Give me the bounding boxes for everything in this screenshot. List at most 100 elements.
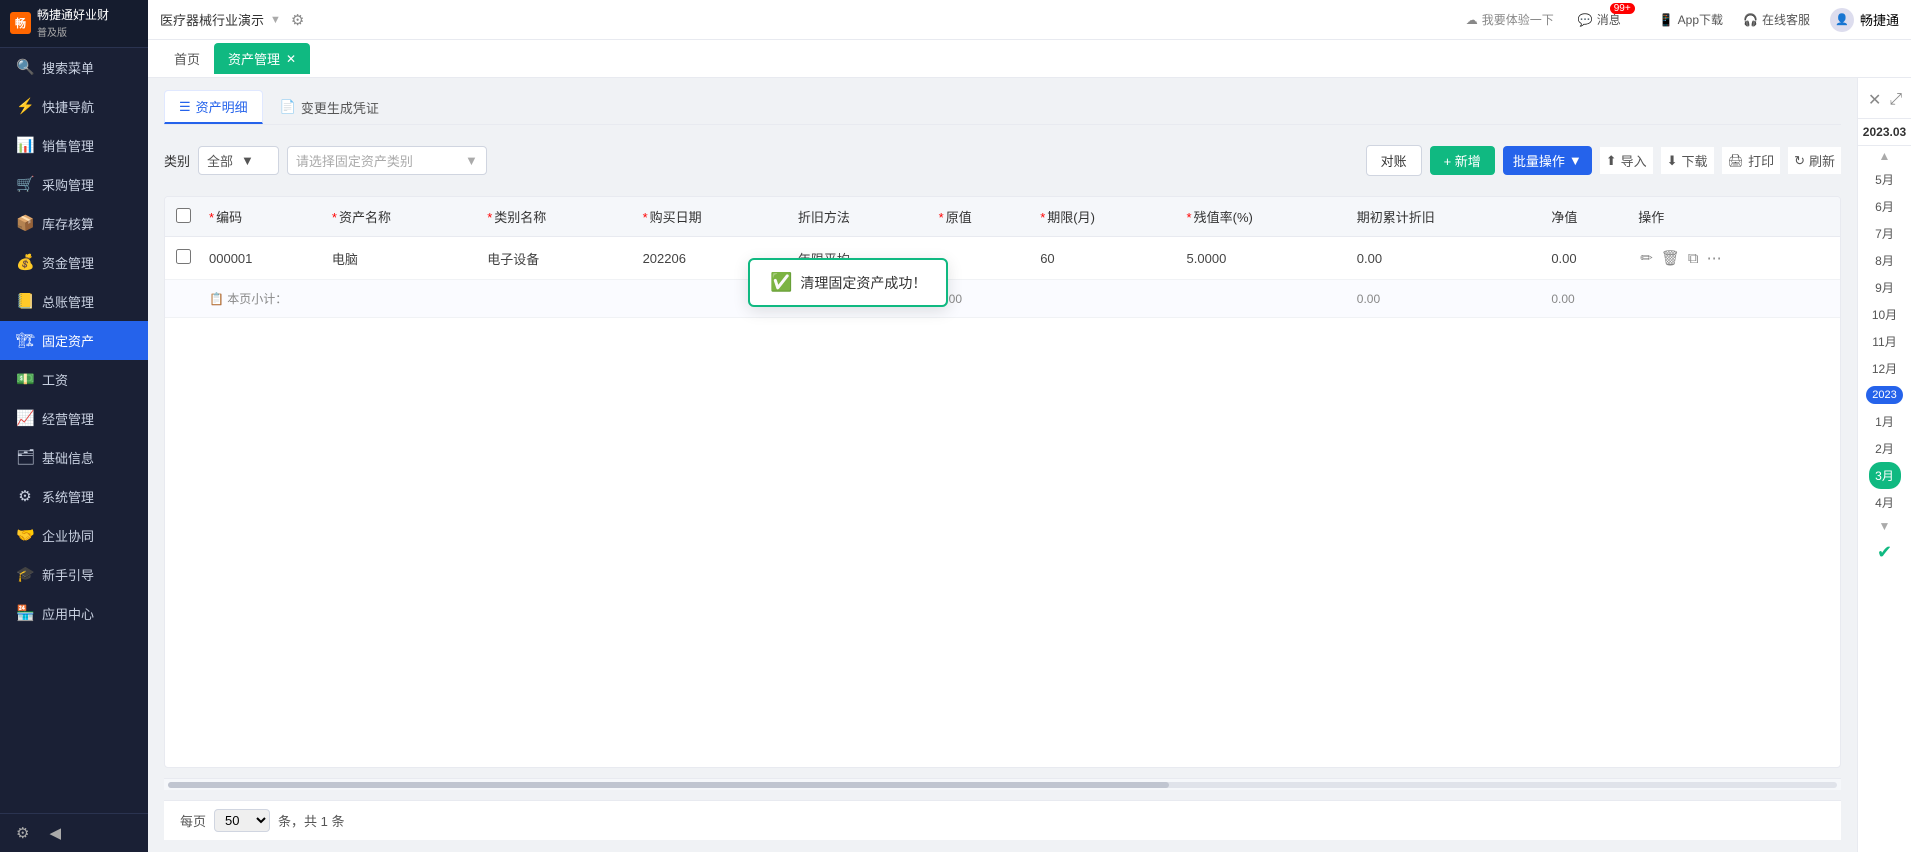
collapse-icon[interactable]: ◀ [49, 824, 61, 842]
row-actions-td: ✏ 🗑 ⧉ ⋯ [1630, 237, 1840, 280]
sidebar-item-ledger[interactable]: 📒 总账管理 [0, 282, 148, 321]
sidebar-item-capital[interactable]: 💰 资金管理 [0, 243, 148, 282]
edit-button[interactable]: ✏ [1638, 247, 1655, 269]
sidebar: 畅 畅捷通好业财 普及版 🔍 搜索菜单 ⚡ 快捷导航 📊 销售管理 🛒 采购管理… [0, 0, 148, 852]
print-button[interactable]: 🖨 打印 [1722, 147, 1781, 174]
sidebar-item-appstore[interactable]: 🏪 应用中心 [0, 594, 148, 633]
list-icon: ☰ [179, 99, 191, 115]
new-button[interactable]: + 新增 [1430, 146, 1495, 175]
company-dropdown-icon: ▼ [270, 14, 281, 26]
settings-icon[interactable]: ⚙ [16, 824, 29, 842]
month-6[interactable]: 6月 [1858, 193, 1911, 220]
month-7[interactable]: 7月 [1858, 220, 1911, 247]
settings-gear-icon[interactable]: ⚙ [291, 11, 304, 29]
sidebar-item-payroll[interactable]: 💵 工资 [0, 360, 148, 399]
month-9[interactable]: 9月 [1858, 274, 1911, 301]
account-button[interactable]: 对账 [1366, 145, 1422, 176]
logo-icon: 畅 [10, 12, 31, 34]
month-2[interactable]: 2月 [1858, 435, 1911, 462]
toolbar-left: 类别 全部 ▼ 请选择固定资产类别 ▼ [164, 146, 487, 175]
filter-category-select[interactable]: 全部 ▼ [198, 146, 279, 175]
subtotal-row: 📋 本页小计： 0.00 0.00 0.00 [165, 280, 1840, 318]
select-all-checkbox[interactable] [176, 208, 191, 223]
month-1[interactable]: 1月 [1858, 408, 1911, 435]
experience-button[interactable]: ☁ 我要体验一下 [1466, 11, 1554, 28]
sidebar-item-quicknav[interactable]: ⚡ 快捷导航 [0, 87, 148, 126]
company-selector[interactable]: 医疗器械行业演示 ▼ [160, 10, 281, 29]
month-5[interactable]: 5月 [1858, 166, 1911, 193]
sidebar-item-basicinfo[interactable]: 🗂 基础信息 [0, 438, 148, 477]
copy-button[interactable]: ⧉ [1686, 247, 1701, 269]
asset-table: *编码 *资产名称 *类别名称 *购买日期 折旧方法 *原值 *期限(月) *残… [164, 196, 1841, 768]
batch-button[interactable]: 批量操作 ▼ [1503, 146, 1592, 175]
row-period: 60 [1032, 237, 1178, 280]
payroll-icon: 💵 [16, 370, 34, 388]
download-icon: 📱 [1659, 13, 1674, 27]
download-button[interactable]: ⬇ 下载 [1661, 147, 1714, 174]
sales-icon: 📊 [16, 136, 34, 154]
topbar-right: 💬 消息 99+ 📱 App下载 🎧 在线客服 👤 畅捷通 [1578, 8, 1899, 32]
panel-check-icon[interactable]: ✔ [1873, 536, 1896, 569]
sidebar-item-fixedassets[interactable]: 🏗 固定资产 [0, 321, 148, 360]
delete-button[interactable]: 🗑 [1659, 247, 1682, 269]
tab-home[interactable]: 首页 [164, 43, 210, 74]
tab-asset-management[interactable]: 资产管理 ✕ [214, 43, 310, 74]
th-actions: 操作 [1630, 197, 1840, 237]
company-name: 医疗器械行业演示 [160, 10, 264, 29]
basicinfo-icon: 🗂 [16, 448, 34, 466]
panel-up-chevron[interactable]: ▲ [1879, 146, 1891, 166]
app-download-badge[interactable]: 📱 App下载 [1659, 11, 1723, 28]
more-button[interactable]: ⋯ [1705, 247, 1724, 269]
refresh-button[interactable]: ↻ 刷新 [1788, 147, 1841, 174]
month-3-active[interactable]: 3月 [1869, 462, 1901, 489]
message-icon: 💬 [1578, 13, 1593, 27]
close-panel-button[interactable]: ✕ [1864, 86, 1885, 114]
sidebar-item-sales[interactable]: 📊 销售管理 [0, 126, 148, 165]
download-icon2: ⬇ [1667, 153, 1678, 169]
th-period: *期限(月) [1032, 197, 1178, 237]
purchase-icon: 🛒 [16, 175, 34, 193]
month-4[interactable]: 4月 [1858, 489, 1911, 516]
th-accumulated: 期初累计折旧 [1349, 197, 1544, 237]
guide-icon: 🎓 [16, 565, 34, 583]
inner-tab-voucher[interactable]: 📄 变更生成凭证 [265, 90, 394, 124]
refresh-icon: ↻ [1794, 153, 1805, 169]
year-2023-label[interactable]: 2023 [1866, 386, 1902, 404]
inner-tab-asset-detail[interactable]: ☰ 资产明细 [164, 90, 263, 124]
row-checkbox-td [165, 237, 201, 280]
sidebar-item-search[interactable]: 🔍 搜索菜单 [0, 48, 148, 87]
total-count: 条，共 1 条 [278, 811, 344, 830]
row-accumulated: 0.00 [1349, 237, 1544, 280]
fixedassets-icon: 🏗 [16, 331, 34, 349]
h-scrollbar[interactable] [164, 778, 1841, 790]
sidebar-item-operations[interactable]: 📈 经营管理 [0, 399, 148, 438]
import-icon: ⬆ [1606, 153, 1617, 169]
dropdown-arrow2-icon: ▼ [465, 153, 478, 168]
tab-close-icon[interactable]: ✕ [286, 52, 296, 66]
month-8[interactable]: 8月 [1858, 247, 1911, 274]
sidebar-item-cooperation[interactable]: 🤝 企业协同 [0, 516, 148, 555]
expand-panel-button[interactable]: ⤢ [1885, 87, 1906, 113]
import-button[interactable]: ⬆ 导入 [1600, 147, 1653, 174]
message-badge[interactable]: 💬 消息 99+ [1578, 11, 1621, 28]
user-profile[interactable]: 👤 畅捷通 [1830, 8, 1899, 32]
support-badge[interactable]: 🎧 在线客服 [1743, 11, 1810, 28]
per-page-select[interactable]: 50 100 200 [214, 809, 270, 832]
th-depreciation-method: 折旧方法 [790, 197, 931, 237]
month-11[interactable]: 11月 [1858, 328, 1911, 355]
sidebar-item-purchase[interactable]: 🛒 采购管理 [0, 165, 148, 204]
voucher-icon: 📄 [280, 99, 296, 115]
month-10[interactable]: 10月 [1858, 301, 1911, 328]
appstore-icon: 🏪 [16, 604, 34, 622]
row-checkbox[interactable] [176, 249, 191, 264]
sidebar-item-guide[interactable]: 🎓 新手引导 [0, 555, 148, 594]
h-scrollbar-thumb [168, 782, 1169, 788]
sidebar-scroll: 🔍 搜索菜单 ⚡ 快捷导航 📊 销售管理 🛒 采购管理 📦 库存核算 💰 资金管… [0, 48, 148, 813]
sidebar-item-system[interactable]: ⚙ 系统管理 [0, 477, 148, 516]
subtotal-net: 0.00 [1543, 280, 1630, 318]
sidebar-item-inventory[interactable]: 📦 库存核算 [0, 204, 148, 243]
month-12[interactable]: 12月 [1858, 355, 1911, 382]
panel-down-chevron[interactable]: ▼ [1879, 516, 1891, 536]
filter-subcategory-select[interactable]: 请选择固定资产类别 ▼ [287, 146, 487, 175]
operations-icon: 📈 [16, 409, 34, 427]
